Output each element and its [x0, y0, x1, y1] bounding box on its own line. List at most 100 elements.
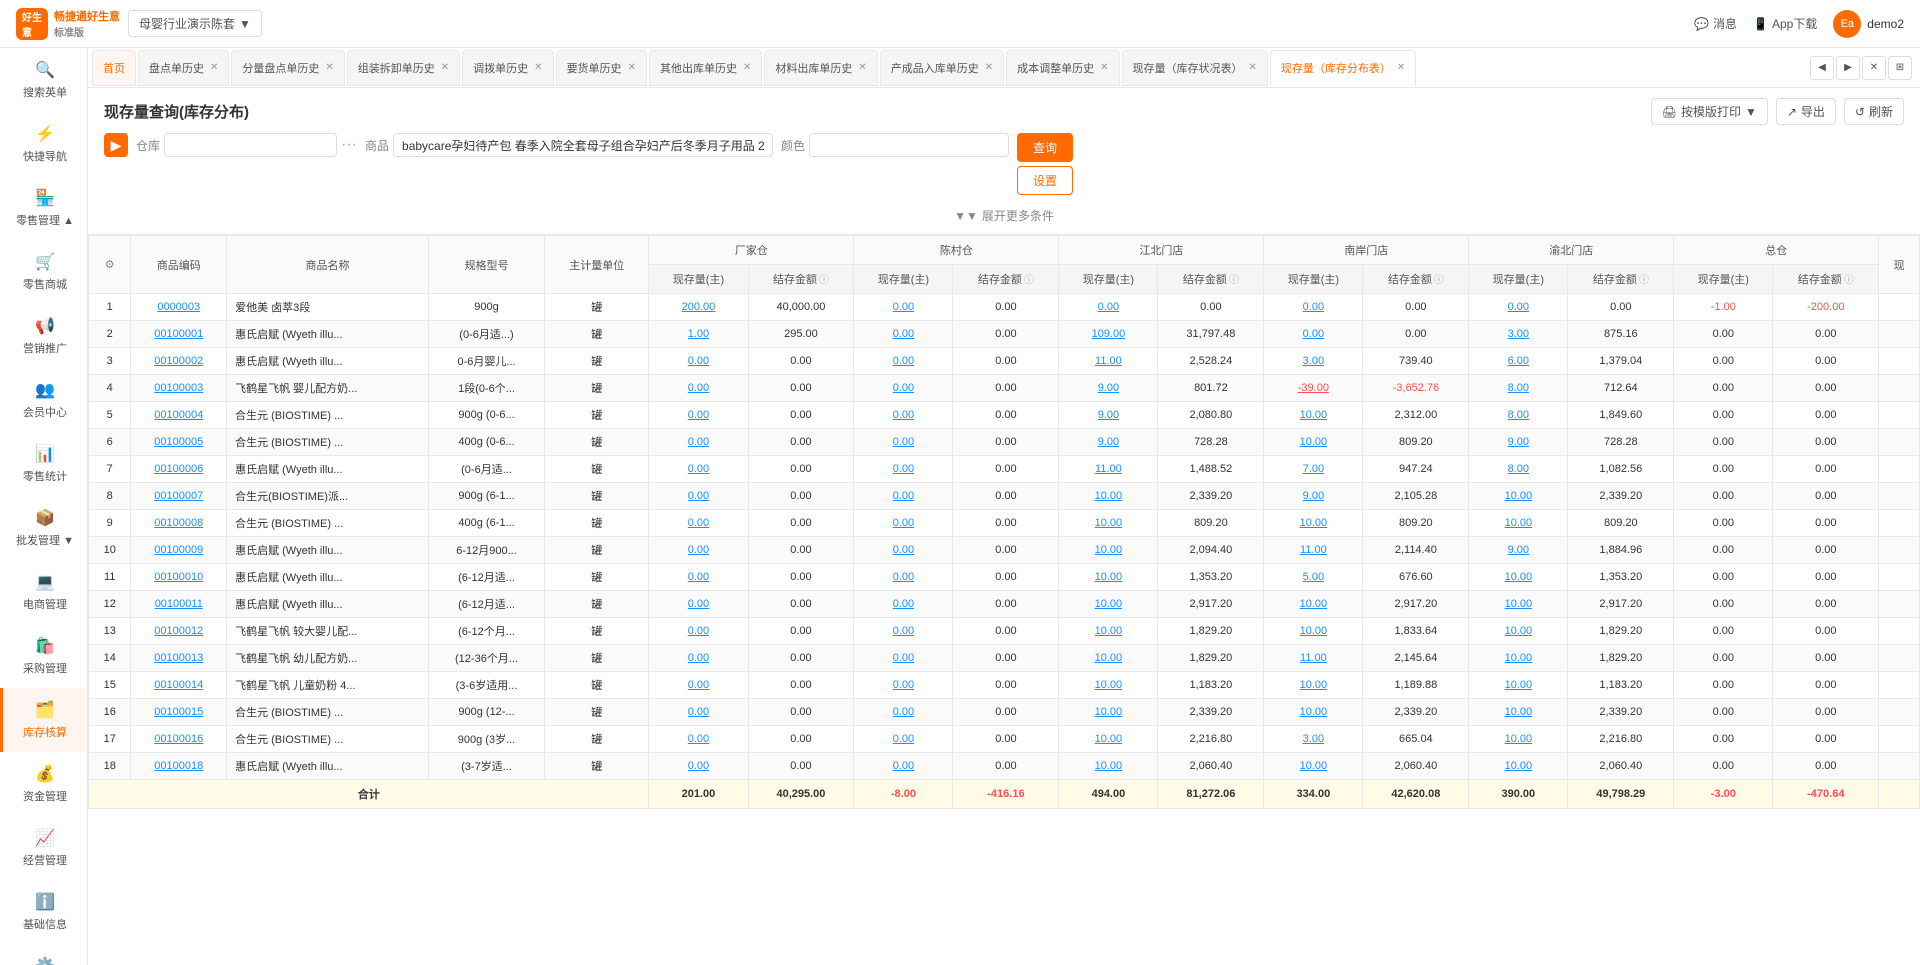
code-link[interactable]: 00100016 — [154, 733, 203, 745]
yb-qty-link[interactable]: 6.00 — [1508, 355, 1529, 367]
jb-qty-link[interactable]: 9.00 — [1098, 382, 1119, 394]
c-qty-link[interactable]: 0.00 — [893, 382, 914, 394]
c-qty-link[interactable]: 0.00 — [893, 328, 914, 340]
yb-qty-link[interactable]: 0.00 — [1508, 301, 1529, 313]
code-link[interactable]: 00100002 — [154, 355, 203, 367]
na-qty-link[interactable]: -39.00 — [1298, 382, 1329, 394]
jb-qty-link[interactable]: 10.00 — [1095, 598, 1123, 610]
na-qty-link[interactable]: 7.00 — [1303, 463, 1324, 475]
na-qty-link[interactable]: 10.00 — [1300, 625, 1328, 637]
jb-qty-link[interactable]: 11.00 — [1095, 463, 1122, 475]
c-qty-link[interactable]: 0.00 — [893, 598, 914, 610]
na-qty-link[interactable]: 10.00 — [1300, 679, 1328, 691]
tab-cost-adj-close[interactable]: ✕ — [1100, 62, 1108, 73]
code-link[interactable]: 00100007 — [154, 490, 203, 502]
f-qty-link[interactable]: 0.00 — [688, 463, 709, 475]
sidebar-item-finance[interactable]: 💰 资金管理 — [0, 752, 87, 816]
f-qty-link[interactable]: 0.00 — [688, 652, 709, 664]
tab-material-out[interactable]: 材料出库单历史 ✕ — [764, 50, 877, 86]
tab-product-in-close[interactable]: ✕ — [985, 62, 993, 73]
jb-qty-link[interactable]: 109.00 — [1092, 328, 1126, 340]
tab-other-out-close[interactable]: ✕ — [743, 62, 751, 73]
yb-qty-link[interactable]: 9.00 — [1508, 544, 1529, 556]
yb-qty-link[interactable]: 8.00 — [1508, 382, 1529, 394]
code-link[interactable]: 00100001 — [154, 328, 203, 340]
c-qty-link[interactable]: 0.00 — [893, 760, 914, 772]
tab-transfer[interactable]: 调拨单历史 ✕ — [462, 50, 553, 86]
tab-stock-status-close[interactable]: ✕ — [1249, 62, 1257, 73]
tab-requisition-close[interactable]: ✕ — [628, 62, 636, 73]
expand-conditions-btn[interactable]: ▼▼ 展开更多条件 — [946, 203, 1062, 228]
sidebar-item-retail[interactable]: 🏪 零售管理 ▲ — [0, 176, 87, 240]
code-link[interactable]: 00100010 — [154, 571, 203, 583]
nav-next-btn[interactable]: ▶ — [1836, 56, 1860, 80]
yb-qty-link[interactable]: 10.00 — [1505, 571, 1533, 583]
sidebar-item-shop[interactable]: 🛒 零售商城 — [0, 240, 87, 304]
color-input[interactable] — [809, 133, 1009, 157]
f-qty-link[interactable]: 0.00 — [688, 733, 709, 745]
org-selector[interactable]: 母婴行业演示陈套 ▼ — [128, 10, 262, 37]
f-qty-link[interactable]: 0.00 — [688, 625, 709, 637]
na-qty-link[interactable]: 10.00 — [1300, 517, 1328, 529]
c-qty-link[interactable]: 0.00 — [893, 436, 914, 448]
yb-qty-link[interactable]: 10.00 — [1505, 679, 1533, 691]
tab-stock-dist[interactable]: 现存量（库存分布表） ✕ — [1270, 50, 1416, 86]
f-qty-link[interactable]: 0.00 — [688, 355, 709, 367]
goods-input[interactable] — [393, 133, 773, 157]
na-qty-link[interactable]: 11.00 — [1300, 544, 1327, 556]
user-area[interactable]: Ea demo2 — [1833, 10, 1904, 38]
sidebar-item-system[interactable]: ⚙️ 系统管理 — [0, 944, 87, 965]
table-container[interactable]: ⚙ 商品编码 商品名称 规格型号 主计量单位 厂家仓 陈村仓 江北门店 南岸门店… — [88, 235, 1920, 965]
sidebar-item-basic[interactable]: ℹ️ 基础信息 — [0, 880, 87, 944]
yb-qty-link[interactable]: 10.00 — [1505, 517, 1533, 529]
code-link[interactable]: 00100011 — [155, 598, 203, 610]
f-qty-link[interactable]: 0.00 — [688, 409, 709, 421]
tab-other-out[interactable]: 其他出库单历史 ✕ — [649, 50, 762, 86]
message-btn[interactable]: 💬 消息 — [1694, 15, 1737, 32]
code-link[interactable]: 00100004 — [154, 409, 203, 421]
jb-qty-link[interactable]: 10.00 — [1095, 571, 1123, 583]
sidebar-item-marketing[interactable]: 📢 营销推广 — [0, 304, 87, 368]
jb-qty-link[interactable]: 10.00 — [1095, 679, 1123, 691]
jb-qty-link[interactable]: 9.00 — [1098, 409, 1119, 421]
search-btn[interactable]: 查询 — [1017, 133, 1073, 162]
c-qty-link[interactable]: 0.00 — [893, 652, 914, 664]
tab-stocktake-close[interactable]: ✕ — [210, 62, 218, 73]
c-qty-link[interactable]: 0.00 — [893, 355, 914, 367]
na-qty-link[interactable]: 10.00 — [1300, 409, 1328, 421]
f-qty-link[interactable]: 0.00 — [688, 436, 709, 448]
yb-qty-link[interactable]: 8.00 — [1508, 463, 1529, 475]
code-link[interactable]: 00100003 — [154, 382, 203, 394]
f-qty-link[interactable]: 0.00 — [688, 544, 709, 556]
yb-qty-link[interactable]: 8.00 — [1508, 409, 1529, 421]
f-qty-link[interactable]: 0.00 — [688, 679, 709, 691]
code-link[interactable]: 00100018 — [154, 760, 203, 772]
tab-home[interactable]: 首页 — [92, 50, 136, 86]
tab-fraction[interactable]: 分量盘点单历史 ✕ — [231, 50, 344, 86]
c-qty-link[interactable]: 0.00 — [893, 679, 914, 691]
f-qty-link[interactable]: 0.00 — [688, 598, 709, 610]
yb-qty-link[interactable]: 10.00 — [1505, 706, 1533, 718]
jb-qty-link[interactable]: 10.00 — [1095, 544, 1123, 556]
jb-qty-link[interactable]: 0.00 — [1098, 301, 1119, 313]
na-qty-link[interactable]: 9.00 — [1303, 490, 1324, 502]
sidebar-item-member[interactable]: 👥 会员中心 — [0, 368, 87, 432]
tab-stocktake[interactable]: 盘点单历史 ✕ — [138, 50, 229, 86]
jb-qty-link[interactable]: 10.00 — [1095, 517, 1123, 529]
sidebar-item-ops[interactable]: 📈 经营管理 — [0, 816, 87, 880]
refresh-btn[interactable]: ↺ 刷新 — [1844, 98, 1904, 125]
f-qty-link[interactable]: 0.00 — [688, 571, 709, 583]
tab-cost-adj[interactable]: 成本调整单历史 ✕ — [1006, 50, 1119, 86]
code-link[interactable]: 00100008 — [154, 517, 203, 529]
c-qty-link[interactable]: 0.00 — [893, 544, 914, 556]
tab-stock-dist-close[interactable]: ✕ — [1397, 62, 1405, 73]
c-qty-link[interactable]: 0.00 — [893, 733, 914, 745]
c-qty-link[interactable]: 0.00 — [893, 490, 914, 502]
jb-qty-link[interactable]: 10.00 — [1095, 733, 1123, 745]
f-qty-link[interactable]: 0.00 — [688, 382, 709, 394]
na-qty-link[interactable]: 0.00 — [1303, 328, 1324, 340]
tab-product-in[interactable]: 产成品入库单历史 ✕ — [880, 50, 1004, 86]
sidebar-item-inventory[interactable]: 🗂️ 库存核算 — [0, 688, 87, 752]
f-qty-link[interactable]: 0.00 — [688, 517, 709, 529]
yb-qty-link[interactable]: 9.00 — [1508, 436, 1529, 448]
